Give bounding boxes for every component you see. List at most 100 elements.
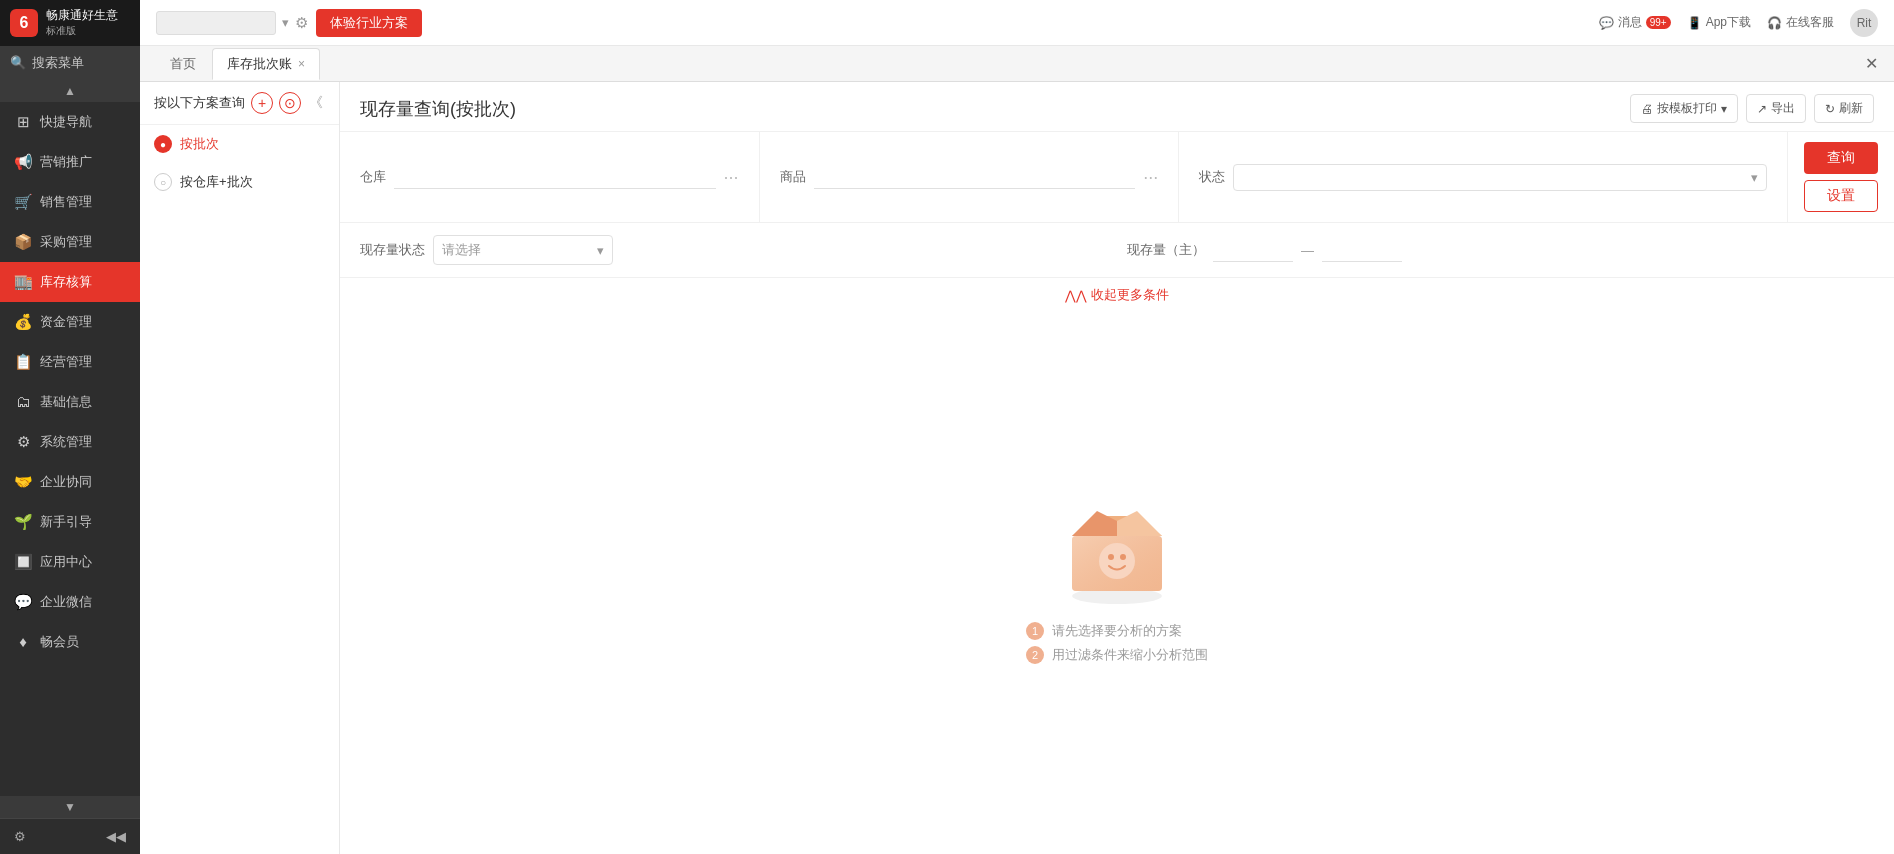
topbar-dropdown-icon[interactable]: ▾: [282, 15, 289, 30]
guide-icon: 🌱: [14, 513, 32, 531]
scheme-settings-btn[interactable]: ⊙: [279, 92, 301, 114]
message-label: 消息: [1618, 14, 1642, 31]
stock-status-field: 现存量状态 请选择 ▾: [360, 235, 1107, 265]
collapse-panel-btn[interactable]: 《: [307, 92, 325, 114]
stock-qty-input-end[interactable]: [1322, 238, 1402, 262]
stock-status-placeholder: 请选择: [442, 241, 481, 259]
warehouse-more-btn[interactable]: ···: [724, 167, 739, 188]
stock-qty-end[interactable]: [1330, 242, 1390, 257]
page-title: 现存量查询(按批次): [360, 97, 516, 121]
sidebar-item-member[interactable]: ♦ 畅会员: [0, 622, 140, 662]
sidebar-item-guide[interactable]: 🌱 新手引导: [0, 502, 140, 542]
user-name: Rit: [1857, 16, 1872, 30]
search-menu-label: 搜索菜单: [32, 54, 84, 72]
stock-qty-label: 现存量（主）: [1127, 241, 1205, 259]
add-scheme-btn[interactable]: +: [251, 92, 273, 114]
page-close-btn[interactable]: ✕: [1865, 54, 1878, 73]
online-service-btn[interactable]: 🎧 在线客服: [1767, 14, 1834, 31]
app-title: 畅康通好生意: [46, 8, 118, 24]
print-btn[interactable]: 🖨 按模板打印 ▾: [1630, 94, 1738, 123]
main-area: ▾ ⚙ 体验行业方案 💬 消息 99+ 📱 App下载 🎧 在线客服 Rit: [140, 0, 1894, 854]
sidebar-item-finance[interactable]: 💰 资金管理: [0, 302, 140, 342]
export-icon: ↗: [1757, 102, 1767, 116]
sidebar-footer: ⚙ ◀◀: [0, 818, 140, 854]
filter-item-warehouse-batch[interactable]: ○ 按仓库+批次: [140, 163, 339, 201]
basic-icon: 🗂: [14, 393, 32, 410]
warehouse-input-area: [394, 165, 716, 189]
sidebar-item-operations[interactable]: 📋 经营管理: [0, 342, 140, 382]
print-btn-label: 按模板打印: [1657, 100, 1717, 117]
product-input[interactable]: [814, 169, 1136, 184]
query-form-container: 仓库 ··· 商品 ···: [340, 132, 1894, 312]
refresh-btn-label: 刷新: [1839, 100, 1863, 117]
stock-qty-start[interactable]: [1223, 242, 1283, 257]
svg-point-5: [1120, 554, 1126, 560]
app-download-btn[interactable]: 📱 App下载: [1687, 14, 1751, 31]
user-avatar[interactable]: Rit: [1850, 9, 1878, 37]
collapse-more-btn[interactable]: ⋀⋀ 收起更多条件: [340, 278, 1894, 312]
status-dropdown[interactable]: ▾: [1233, 164, 1767, 191]
form-row-1: 仓库 ··· 商品 ···: [340, 132, 1894, 223]
headset-icon: 🎧: [1767, 16, 1782, 30]
scroll-up-btn[interactable]: ▲: [0, 80, 140, 102]
message-btn[interactable]: 💬 消息 99+: [1599, 14, 1671, 31]
tab-inventory-batch[interactable]: 库存批次账 ×: [212, 48, 320, 80]
topbar-search-area: ▾ ⚙: [156, 11, 308, 35]
collapse-more-label: 收起更多条件: [1091, 286, 1169, 304]
tab-inventory-batch-label: 库存批次账: [227, 55, 292, 73]
sidebar-item-basic[interactable]: 🗂 基础信息: [0, 382, 140, 422]
sidebar-item-wechat[interactable]: 💬 企业微信: [0, 582, 140, 622]
sidebar-item-app-center[interactable]: 🔲 应用中心: [0, 542, 140, 582]
svg-point-4: [1108, 554, 1114, 560]
tab-close-btn[interactable]: ×: [298, 57, 305, 71]
sidebar-item-marketing[interactable]: 📢 营销推广: [0, 142, 140, 182]
sidebar-item-purchase[interactable]: 📦 采购管理: [0, 222, 140, 262]
stock-qty-input-start[interactable]: [1213, 238, 1293, 262]
svg-point-3: [1099, 543, 1135, 579]
inventory-icon: 🏬: [14, 273, 32, 291]
topbar: ▾ ⚙ 体验行业方案 💬 消息 99+ 📱 App下载 🎧 在线客服 Rit: [140, 0, 1894, 46]
sidebar-item-system[interactable]: ⚙ 系统管理: [0, 422, 140, 462]
status-field: 状态 ▾: [1179, 132, 1788, 222]
wechat-icon: 💬: [14, 593, 32, 611]
product-more-btn[interactable]: ···: [1143, 167, 1158, 188]
purchase-icon: 📦: [14, 233, 32, 251]
collapse-sidebar-icon[interactable]: ◀◀: [106, 829, 126, 844]
nav-list: ⊞ 快捷导航 📢 营销推广 🛒 销售管理 📦 采购管理 🏬 库存核算 💰 资金管…: [0, 102, 140, 796]
scroll-down-btn[interactable]: ▼: [0, 796, 140, 818]
stock-status-dropdown[interactable]: 请选择 ▾: [433, 235, 613, 265]
member-icon: ♦: [14, 633, 32, 650]
message-badge: 99+: [1646, 16, 1671, 29]
sidebar-item-inventory[interactable]: 🏬 库存核算: [0, 262, 140, 302]
search-menu[interactable]: 🔍 搜索菜单: [0, 46, 140, 80]
app-center-icon: 🔲: [14, 553, 32, 571]
sidebar-item-shortcut[interactable]: ⊞ 快捷导航: [0, 102, 140, 142]
empty-hints: 1 请先选择要分析的方案 2 用过滤条件来缩小分析范围: [1026, 622, 1208, 670]
refresh-icon: ↻: [1825, 102, 1835, 116]
empty-hint-2: 2 用过滤条件来缩小分析范围: [1026, 646, 1208, 664]
warehouse-input[interactable]: [394, 169, 716, 184]
sidebar-item-label: 快捷导航: [40, 113, 92, 131]
query-btn[interactable]: 查询: [1804, 142, 1878, 174]
hint-num-1: 1: [1026, 622, 1044, 640]
filter-panel: 按以下方案查询 + ⊙ 《 ● 按批次 ○ 按仓库+批次: [140, 82, 340, 854]
enterprise-icon: 🤝: [14, 473, 32, 491]
industry-btn[interactable]: 体验行业方案: [316, 9, 422, 37]
sidebar-item-sales[interactable]: 🛒 销售管理: [0, 182, 140, 222]
empty-illustration: [1057, 496, 1177, 606]
setup-btn[interactable]: 设置: [1804, 180, 1878, 212]
refresh-btn[interactable]: ↻ 刷新: [1814, 94, 1874, 123]
phone-icon: 📱: [1687, 16, 1702, 30]
topbar-settings-icon[interactable]: ⚙: [295, 14, 308, 32]
filter-item-batch[interactable]: ● 按批次: [140, 125, 339, 163]
tab-home-label: 首页: [170, 56, 196, 71]
status-dropdown-icon: ▾: [1751, 170, 1758, 185]
collapse-up-icon: ⋀⋀: [1065, 288, 1087, 303]
settings-icon[interactable]: ⚙: [14, 829, 26, 844]
sidebar-item-label: 采购管理: [40, 233, 92, 251]
sidebar-item-label: 基础信息: [40, 393, 92, 411]
tab-home[interactable]: 首页: [156, 49, 210, 79]
export-btn[interactable]: ↗ 导出: [1746, 94, 1806, 123]
sidebar-item-enterprise[interactable]: 🤝 企业协同: [0, 462, 140, 502]
filter-panel-header: 按以下方案查询 + ⊙ 《: [140, 82, 339, 125]
